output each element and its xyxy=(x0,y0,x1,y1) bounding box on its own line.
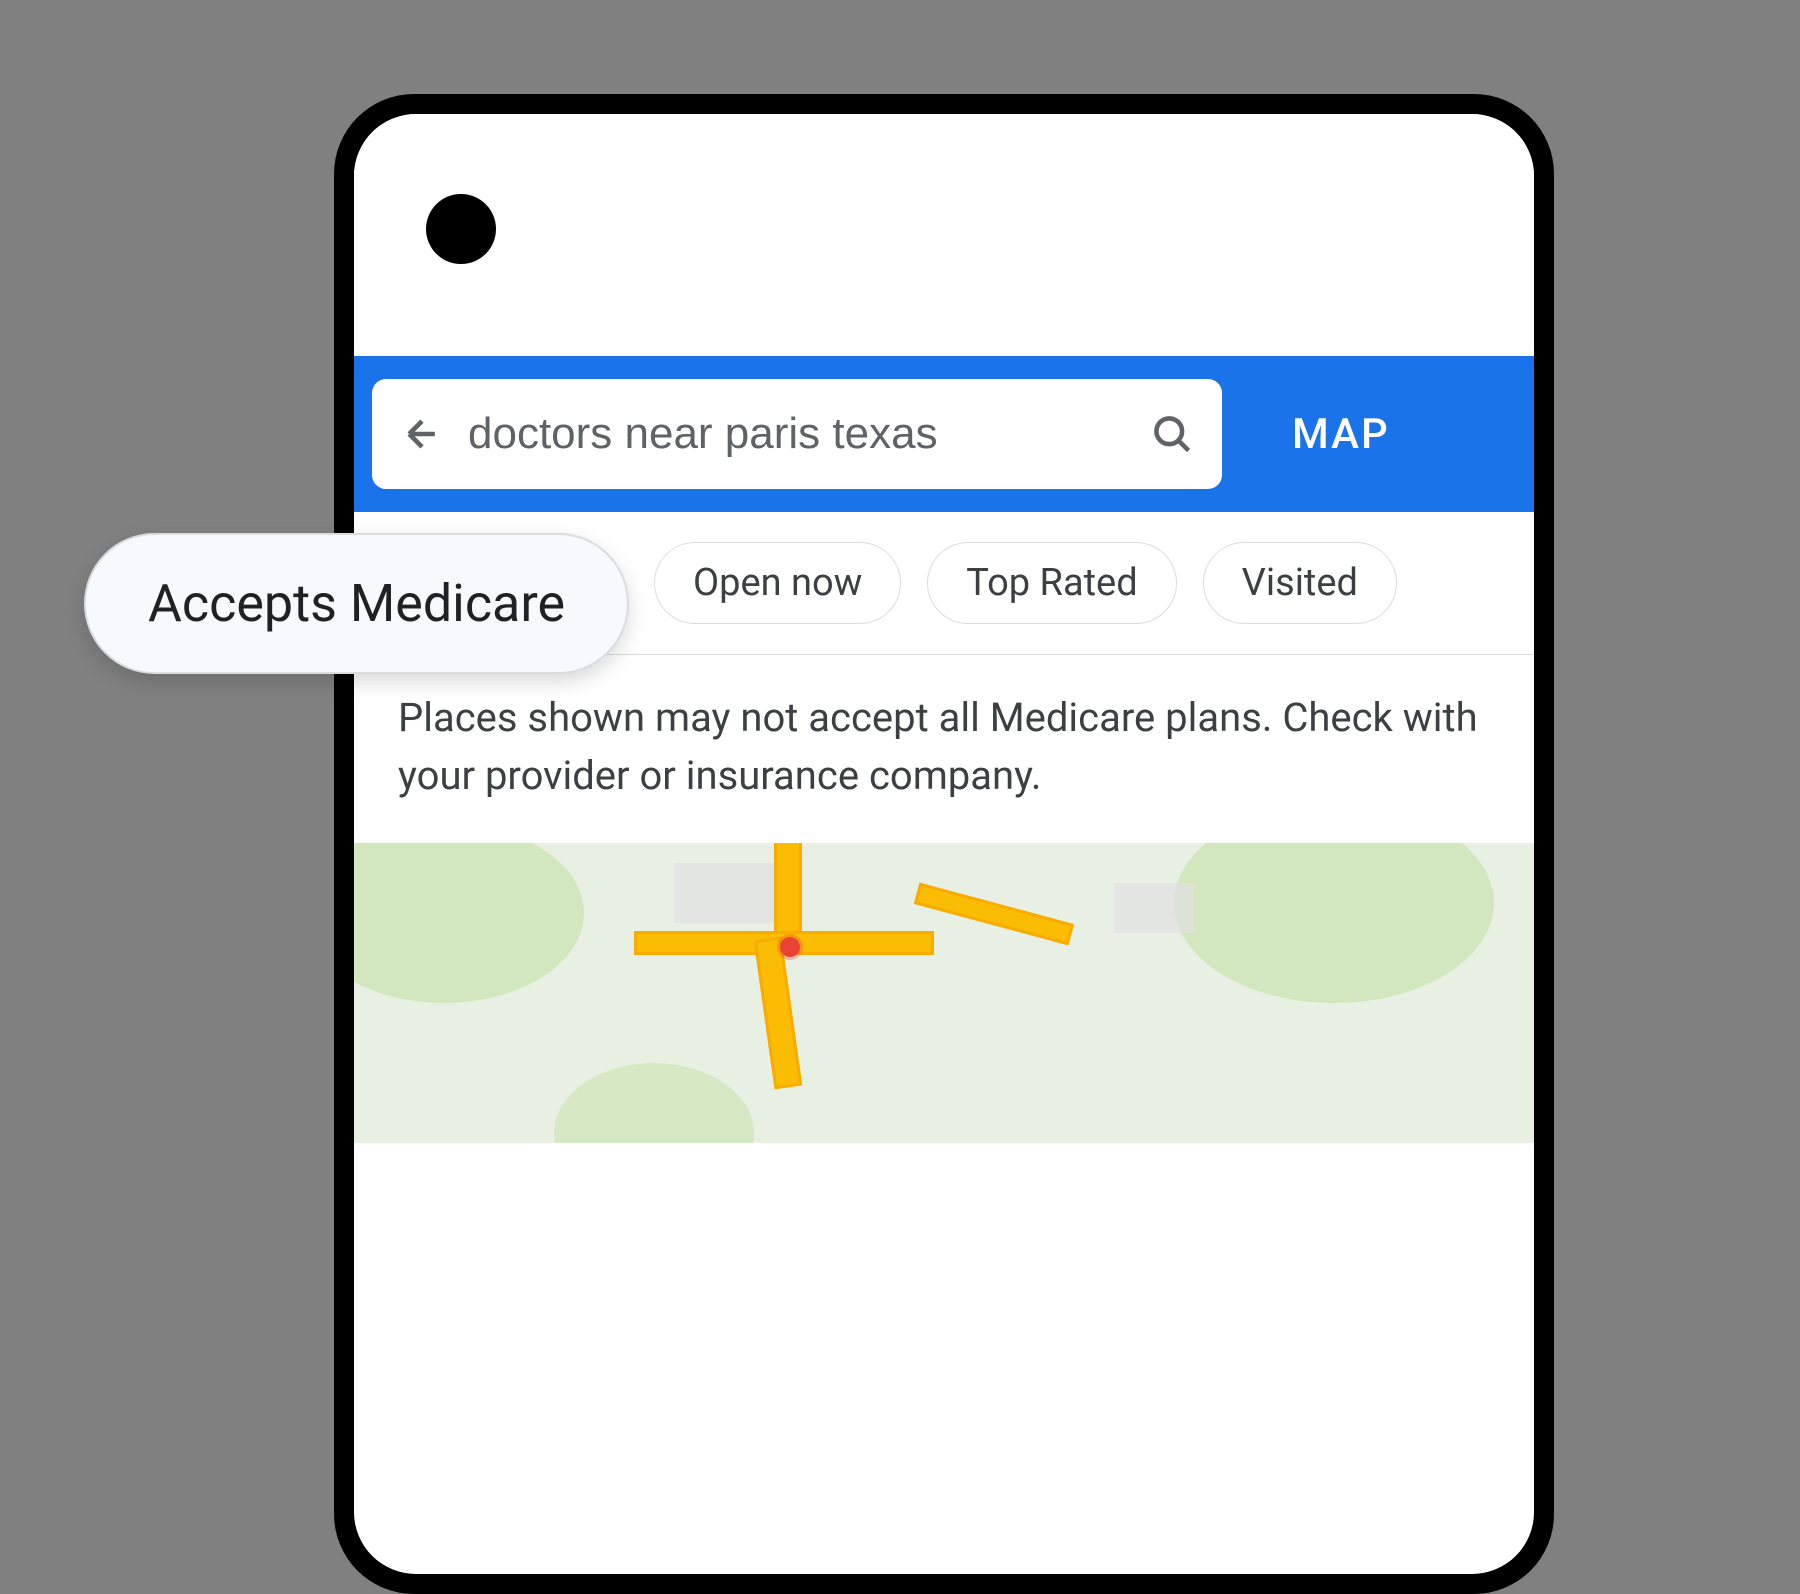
filter-chip-open-now[interactable]: Open now xyxy=(654,542,901,624)
phone-screen: MAP Open now Top Rated Visited Places sh… xyxy=(354,114,1534,1574)
map-preview[interactable] xyxy=(354,843,1534,1143)
back-arrow-icon[interactable] xyxy=(400,412,444,456)
map-terrain xyxy=(554,1063,754,1143)
map-building xyxy=(674,863,774,923)
search-box[interactable] xyxy=(372,379,1222,489)
map-road xyxy=(774,843,802,943)
status-bar xyxy=(354,114,1534,356)
map-building xyxy=(1114,883,1194,933)
search-input[interactable] xyxy=(468,409,1126,459)
map-road xyxy=(754,937,803,1089)
map-marker-icon xyxy=(780,937,800,957)
search-icon[interactable] xyxy=(1150,412,1194,456)
phone-frame: MAP Open now Top Rated Visited Places sh… xyxy=(334,94,1554,1594)
map-terrain xyxy=(354,843,584,1003)
disclaimer-text: Places shown may not accept all Medicare… xyxy=(354,655,1534,843)
map-button[interactable]: MAP xyxy=(1252,410,1430,459)
filter-chip-visited[interactable]: Visited xyxy=(1203,542,1397,624)
filter-chip-accepts-medicare[interactable]: Accepts Medicare xyxy=(84,533,629,674)
map-road xyxy=(914,883,1074,946)
map-terrain xyxy=(1174,843,1494,1003)
camera-punch-hole xyxy=(426,194,496,264)
filter-chip-top-rated[interactable]: Top Rated xyxy=(927,542,1176,624)
search-header: MAP xyxy=(354,356,1534,512)
